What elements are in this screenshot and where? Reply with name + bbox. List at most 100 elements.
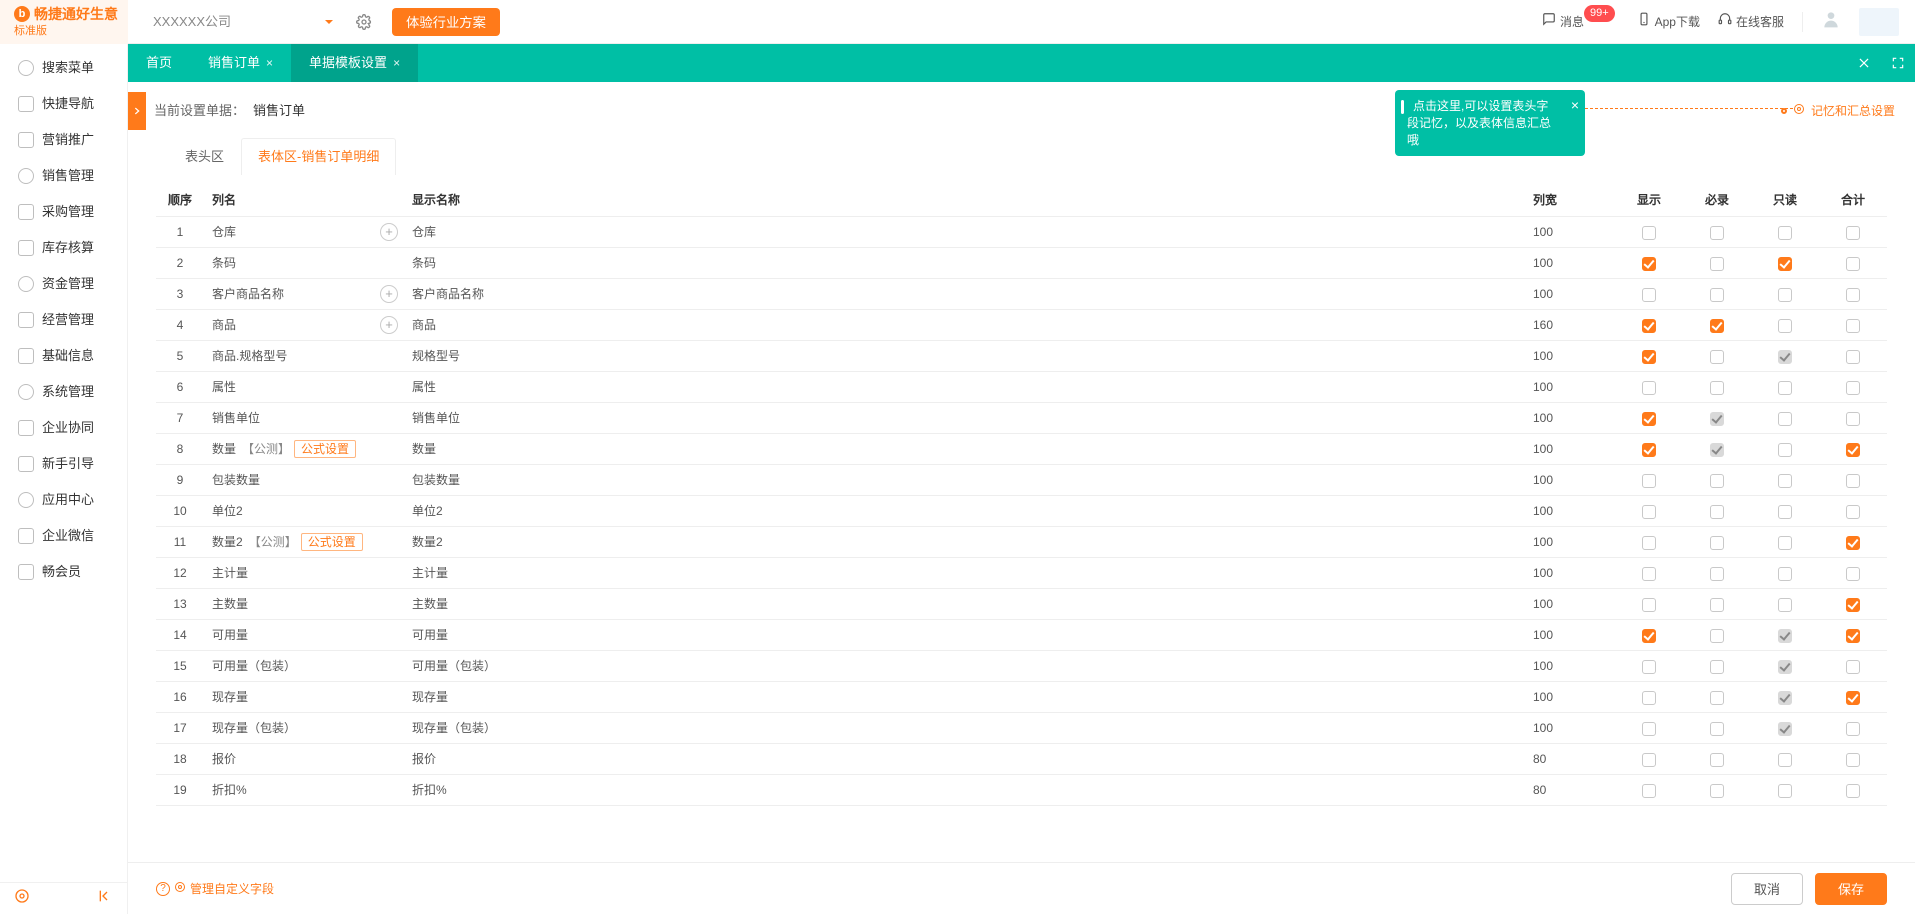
cell-name[interactable]: 可用量 [204,620,404,651]
tab-close-icon[interactable]: × [393,54,400,72]
checkbox[interactable] [1846,288,1860,302]
checkbox[interactable] [1642,753,1656,767]
checkbox[interactable] [1778,567,1792,581]
hint-close-icon[interactable]: × [1571,96,1579,116]
company-dropdown[interactable]: XXXXXX公司 [142,8,342,36]
checkbox[interactable] [1778,381,1792,395]
cell-width[interactable]: 100 [1525,713,1615,744]
cell-display[interactable]: 数量 [404,434,1525,465]
cell-name[interactable]: 折扣% [204,775,404,806]
checkbox[interactable] [1710,598,1724,612]
cell-width[interactable]: 80 [1525,775,1615,806]
gear-icon[interactable] [14,888,30,910]
checkbox[interactable] [1846,505,1860,519]
tab-salesorder[interactable]: 销售订单× [190,44,291,82]
cell-width[interactable]: 100 [1525,372,1615,403]
sidebar-item-wecom[interactable]: 企业微信 [0,518,127,554]
checkbox[interactable] [1846,567,1860,581]
cell-width[interactable]: 100 [1525,217,1615,248]
checkbox[interactable] [1846,350,1860,364]
checkbox[interactable] [1846,629,1860,643]
add-column-icon[interactable]: + [380,316,398,334]
sidebar-item-collab[interactable]: 企业协同 [0,410,127,446]
cell-display[interactable]: 单位2 [404,496,1525,527]
cell-name[interactable]: 数量2【公测】公式设置 [204,527,404,558]
checkbox[interactable] [1642,567,1656,581]
cell-display[interactable]: 报价 [404,744,1525,775]
checkbox[interactable] [1642,474,1656,488]
tab-tplset[interactable]: 单据模板设置× [291,44,418,82]
cell-width[interactable]: 100 [1525,558,1615,589]
checkbox[interactable] [1642,536,1656,550]
checkbox[interactable] [1846,784,1860,798]
checkbox[interactable] [1778,226,1792,240]
checkbox[interactable] [1642,412,1656,426]
subtab-body[interactable]: 表体区-销售订单明细 [241,138,396,175]
checkbox[interactable] [1642,784,1656,798]
sidebar-item-purchase[interactable]: 采购管理 [0,194,127,230]
checkbox[interactable] [1778,319,1792,333]
checkbox[interactable] [1778,257,1792,271]
checkbox[interactable] [1642,226,1656,240]
checkbox[interactable] [1710,381,1724,395]
checkbox[interactable] [1846,319,1860,333]
cell-width[interactable]: 80 [1525,744,1615,775]
cancel-button[interactable]: 取消 [1731,873,1803,905]
cell-display[interactable]: 可用量 [404,620,1525,651]
cell-name[interactable]: 客户商品名称+ [204,279,404,310]
collapse-icon[interactable] [97,888,113,910]
checkbox[interactable] [1642,443,1656,457]
cell-display[interactable]: 商品 [404,310,1525,341]
cell-display[interactable]: 销售单位 [404,403,1525,434]
checkbox[interactable] [1710,226,1724,240]
checkbox[interactable] [1642,691,1656,705]
cell-display[interactable]: 主计量 [404,558,1525,589]
checkbox[interactable] [1846,722,1860,736]
sidebar-item-guide[interactable]: 新手引导 [0,446,127,482]
cell-name[interactable]: 商品+ [204,310,404,341]
close-all-tabs-icon[interactable] [1847,44,1881,82]
cell-width[interactable]: 100 [1525,248,1615,279]
checkbox[interactable] [1642,381,1656,395]
checkbox[interactable] [1778,412,1792,426]
tab-close-icon[interactable]: × [266,54,273,72]
user-avatar-icon[interactable] [1821,9,1841,35]
tab-home[interactable]: 首页 [128,44,190,82]
checkbox[interactable] [1642,505,1656,519]
cell-width[interactable]: 100 [1525,403,1615,434]
cell-display[interactable]: 主数量 [404,589,1525,620]
checkbox[interactable] [1710,474,1724,488]
sidebar-item-inventory[interactable]: 库存核算 [0,230,127,266]
checkbox[interactable] [1642,598,1656,612]
context-expand-handle[interactable] [128,92,146,130]
formula-settings-link[interactable]: 公式设置 [301,533,363,551]
util-customer-service[interactable]: 在线客服 [1718,12,1784,31]
cell-name[interactable]: 主数量 [204,589,404,620]
formula-settings-link[interactable]: 公式设置 [294,440,356,458]
checkbox[interactable] [1846,474,1860,488]
sidebar-item-fund[interactable]: 资金管理 [0,266,127,302]
subtab-head[interactable]: 表头区 [168,138,241,175]
cell-width[interactable]: 100 [1525,279,1615,310]
checkbox[interactable] [1710,753,1724,767]
cell-name[interactable]: 报价 [204,744,404,775]
cell-name[interactable]: 属性 [204,372,404,403]
cell-width[interactable]: 100 [1525,341,1615,372]
cell-name[interactable]: 主计量 [204,558,404,589]
cell-width[interactable]: 100 [1525,434,1615,465]
sidebar-item-search[interactable]: 搜索菜单 [0,50,127,86]
cell-display[interactable]: 包装数量 [404,465,1525,496]
cell-name[interactable]: 条码 [204,248,404,279]
settings-gear-icon[interactable] [350,8,378,36]
cell-width[interactable]: 100 [1525,465,1615,496]
cell-name[interactable]: 单位2 [204,496,404,527]
checkbox[interactable] [1710,350,1724,364]
checkbox[interactable] [1846,536,1860,550]
checkbox[interactable] [1778,474,1792,488]
checkbox[interactable] [1642,288,1656,302]
checkbox[interactable] [1642,319,1656,333]
cell-name[interactable]: 商品.规格型号 [204,341,404,372]
checkbox[interactable] [1846,691,1860,705]
cell-display[interactable]: 属性 [404,372,1525,403]
cell-display[interactable]: 现存量 [404,682,1525,713]
